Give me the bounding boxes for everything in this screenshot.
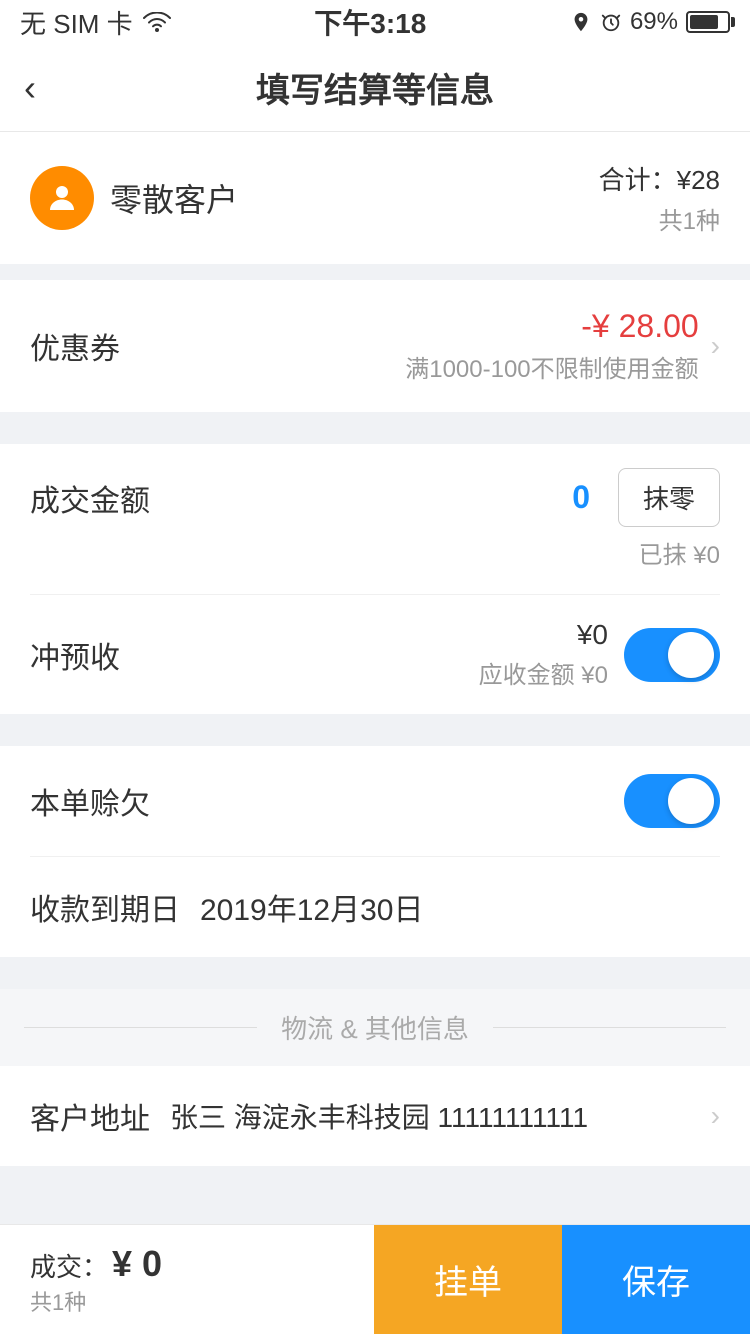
amount-row: 成交金额 0 抹零 — [30, 468, 720, 527]
duedate-value: 2019年12月30日 — [200, 885, 423, 929]
summary-count: 共1种 — [30, 1285, 344, 1317]
logistics-title: 物流 & 其他信息 — [281, 1009, 469, 1046]
precollect-toggle[interactable] — [624, 628, 720, 682]
chevron-right-icon: › — [711, 330, 720, 362]
coupon-info: -¥ 28.00 满1000-100不限制使用金额 — [405, 308, 698, 384]
no-sim-text: 无 SIM 卡 — [20, 4, 133, 41]
customer-row: 零散客户 合计：¥28 共1种 — [0, 132, 750, 264]
wifi-icon — [143, 12, 171, 32]
duedate-section: 收款到期日 2019年12月30日 — [0, 857, 750, 957]
precollect-amounts: ¥0 应收金额 ¥0 — [479, 619, 608, 690]
back-button[interactable]: ‹ — [24, 67, 36, 109]
location-icon — [570, 11, 592, 33]
status-time: 下午3:18 — [314, 2, 426, 42]
logistics-line-left — [24, 1027, 257, 1028]
bottom-summary: 成交： ¥ 0 共1种 — [0, 1243, 374, 1317]
precollect-right: ¥0 应收金额 ¥0 — [479, 619, 720, 690]
status-right: 69% — [570, 8, 730, 36]
coupon-right: -¥ 28.00 满1000-100不限制使用金额 › — [405, 308, 720, 384]
content-area: 零散客户 合计：¥28 共1种 优惠券 -¥ 28.00 满1000-100不限… — [0, 132, 750, 1318]
address-row[interactable]: 客户地址 张三 海淀永丰科技园 11111111111 › — [0, 1066, 750, 1166]
total-count: 共1种 — [599, 201, 720, 236]
alarm-icon — [600, 11, 622, 33]
debt-section: 本单赊欠 收款到期日 2019年12月30日 — [0, 746, 750, 957]
amount-label: 成交金额 — [30, 476, 150, 520]
amount-sub-row: 已抹 ¥0 — [30, 535, 720, 570]
person-icon — [44, 180, 80, 216]
amount-section: 成交金额 0 抹零 已抹 ¥0 — [0, 444, 750, 594]
amount-sub: 已抹 ¥0 — [639, 542, 720, 569]
coupon-section[interactable]: 优惠券 -¥ 28.00 满1000-100不限制使用金额 › — [0, 280, 750, 412]
precollect-sub: 应收金额 ¥0 — [479, 655, 608, 690]
pending-button[interactable]: 挂单 — [374, 1225, 562, 1334]
debt-toggle[interactable] — [624, 774, 720, 828]
battery-icon — [686, 11, 730, 33]
section-divider-1 — [0, 428, 750, 444]
logistics-line-right — [493, 1027, 726, 1028]
customer-left: 零散客户 — [30, 166, 238, 230]
amount-value[interactable]: 0 — [510, 479, 590, 516]
customer-right: 合计：¥28 共1种 — [599, 160, 720, 236]
summary-amount: ¥ 0 — [112, 1243, 162, 1285]
precollect-label: 冲预收 — [30, 633, 120, 677]
coupon-row[interactable]: 优惠券 -¥ 28.00 满1000-100不限制使用金额 › — [0, 280, 750, 412]
bottom-bar: 成交： ¥ 0 共1种 挂单 保存 — [0, 1224, 750, 1334]
coupon-label: 优惠券 — [30, 324, 120, 368]
coupon-discount: -¥ 28.00 — [405, 308, 698, 345]
duedate-label: 收款到期日 — [30, 885, 180, 929]
status-bar: 无 SIM 卡 下午3:18 69% — [0, 0, 750, 44]
save-button[interactable]: 保存 — [562, 1225, 750, 1334]
precollect-row: 冲预收 ¥0 应收金额 ¥0 — [30, 619, 720, 690]
address-chevron-icon: › — [711, 1100, 720, 1132]
toggle-knob — [668, 632, 714, 678]
debt-row: 本单赊欠 — [0, 746, 750, 856]
address-label: 客户地址 — [30, 1094, 150, 1138]
section-divider-2 — [0, 730, 750, 746]
page-title: 填写结算等信息 — [256, 63, 494, 112]
round-button[interactable]: 抹零 — [618, 468, 720, 527]
battery-percent: 69% — [630, 8, 678, 36]
address-section[interactable]: 客户地址 张三 海淀永丰科技园 11111111111 › — [0, 1066, 750, 1166]
customer-name: 零散客户 — [110, 175, 238, 221]
summary-title: 成交： — [30, 1247, 108, 1284]
nav-bar: ‹ 填写结算等信息 — [0, 44, 750, 132]
debt-toggle-knob — [668, 778, 714, 824]
customer-section: 零散客户 合计：¥28 共1种 — [0, 132, 750, 264]
transaction-section: 成交金额 0 抹零 已抹 ¥0 冲预收 ¥0 应收金额 ¥0 — [0, 444, 750, 714]
status-left: 无 SIM 卡 — [20, 4, 171, 41]
address-value: 张三 海淀永丰科技园 11111111111 — [170, 1096, 588, 1136]
precollect-section: 冲预收 ¥0 应收金额 ¥0 — [0, 595, 750, 714]
precollect-main: ¥0 — [479, 619, 608, 651]
coupon-desc: 满1000-100不限制使用金额 — [405, 349, 698, 384]
customer-avatar — [30, 166, 94, 230]
section-divider-4 — [0, 1182, 750, 1198]
logistics-separator: 物流 & 其他信息 — [0, 989, 750, 1066]
section-divider-3 — [0, 973, 750, 989]
amount-right: 0 抹零 — [510, 468, 720, 527]
debt-label: 本单赊欠 — [30, 779, 150, 823]
total-label: 合计：¥28 — [599, 160, 720, 197]
address-left: 客户地址 张三 海淀永丰科技园 11111111111 — [30, 1094, 588, 1138]
